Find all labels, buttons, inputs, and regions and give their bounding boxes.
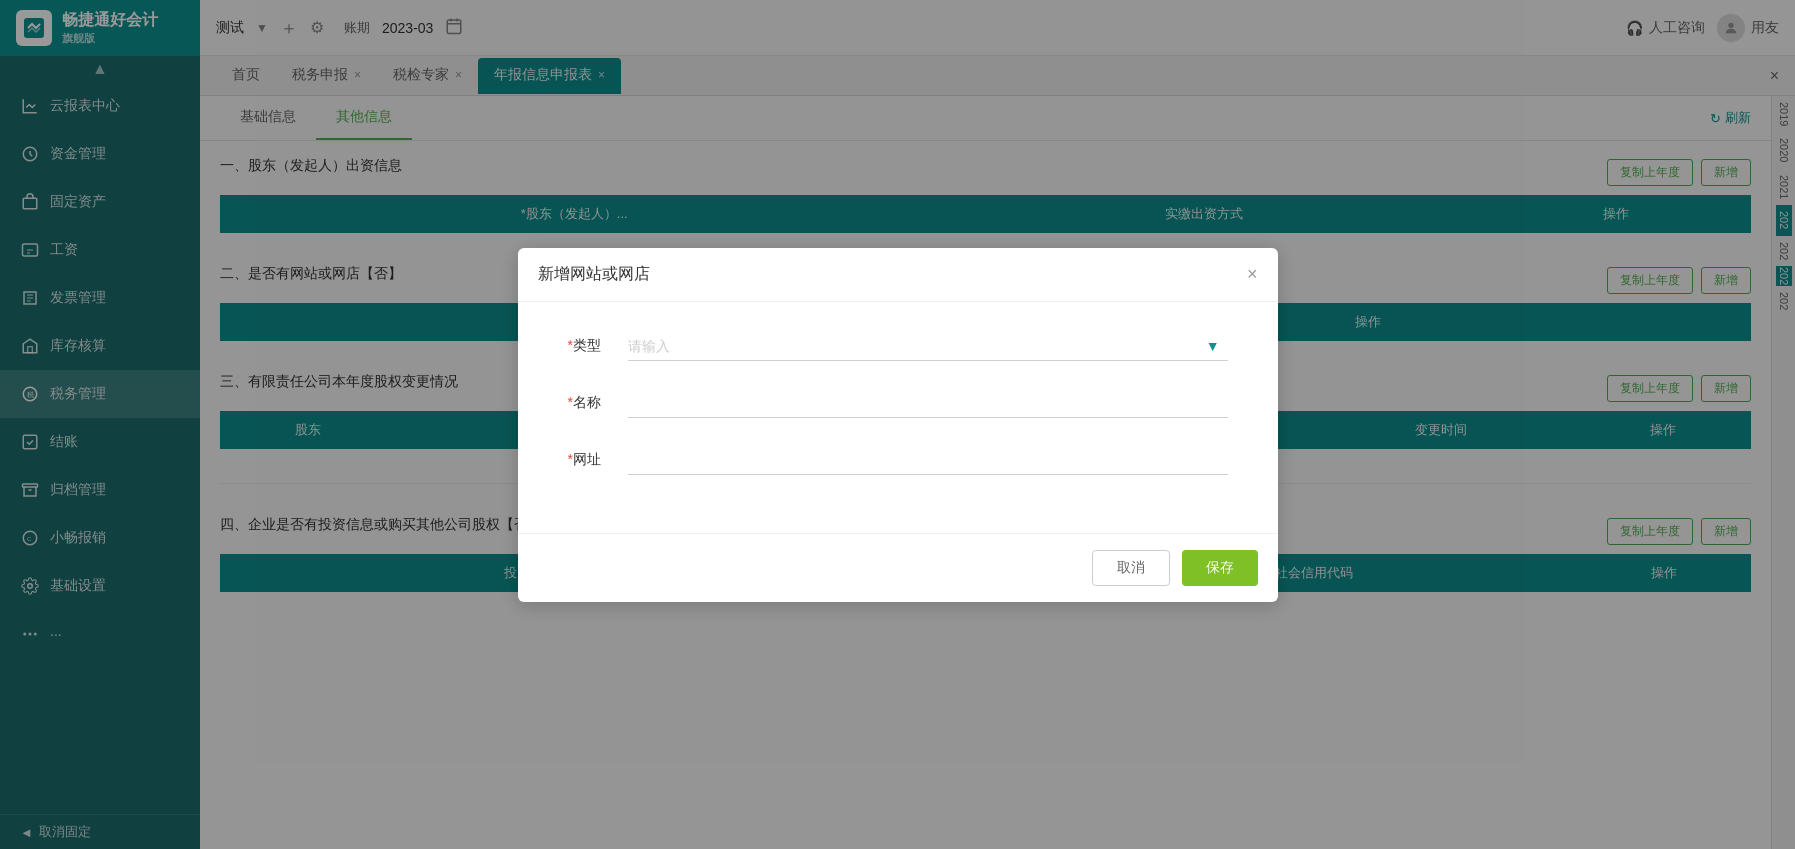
type-input-wrapper: ▼ bbox=[628, 332, 1228, 361]
url-input[interactable] bbox=[628, 446, 1228, 474]
dialog-header: 新增网站或网店 × bbox=[518, 248, 1278, 302]
dialog-title: 新增网站或网店 bbox=[538, 264, 650, 285]
name-label-text: 名称 bbox=[573, 394, 601, 410]
type-input[interactable] bbox=[628, 332, 1228, 360]
dialog-close-icon[interactable]: × bbox=[1247, 264, 1258, 285]
type-label-text: 类型 bbox=[573, 337, 601, 353]
type-dropdown-icon[interactable]: ▼ bbox=[1206, 338, 1220, 354]
add-website-dialog: 新增网站或网店 × *类型 ▼ *名称 bbox=[518, 248, 1278, 602]
dialog-body: *类型 ▼ *名称 *网址 bbox=[518, 302, 1278, 533]
url-label: *网址 bbox=[568, 451, 628, 469]
url-input-wrapper bbox=[628, 446, 1228, 475]
name-label: *名称 bbox=[568, 394, 628, 412]
dialog-overlay: 新增网站或网店 × *类型 ▼ *名称 bbox=[0, 0, 1795, 849]
cancel-button[interactable]: 取消 bbox=[1092, 550, 1170, 586]
dialog-footer: 取消 保存 bbox=[518, 533, 1278, 602]
name-input-wrapper bbox=[628, 389, 1228, 418]
form-row-url: *网址 bbox=[568, 446, 1228, 475]
type-label: *类型 bbox=[568, 337, 628, 355]
form-row-type: *类型 ▼ bbox=[568, 332, 1228, 361]
save-button[interactable]: 保存 bbox=[1182, 550, 1258, 586]
name-input[interactable] bbox=[628, 389, 1228, 417]
form-row-name: *名称 bbox=[568, 389, 1228, 418]
url-label-text: 网址 bbox=[573, 451, 601, 467]
